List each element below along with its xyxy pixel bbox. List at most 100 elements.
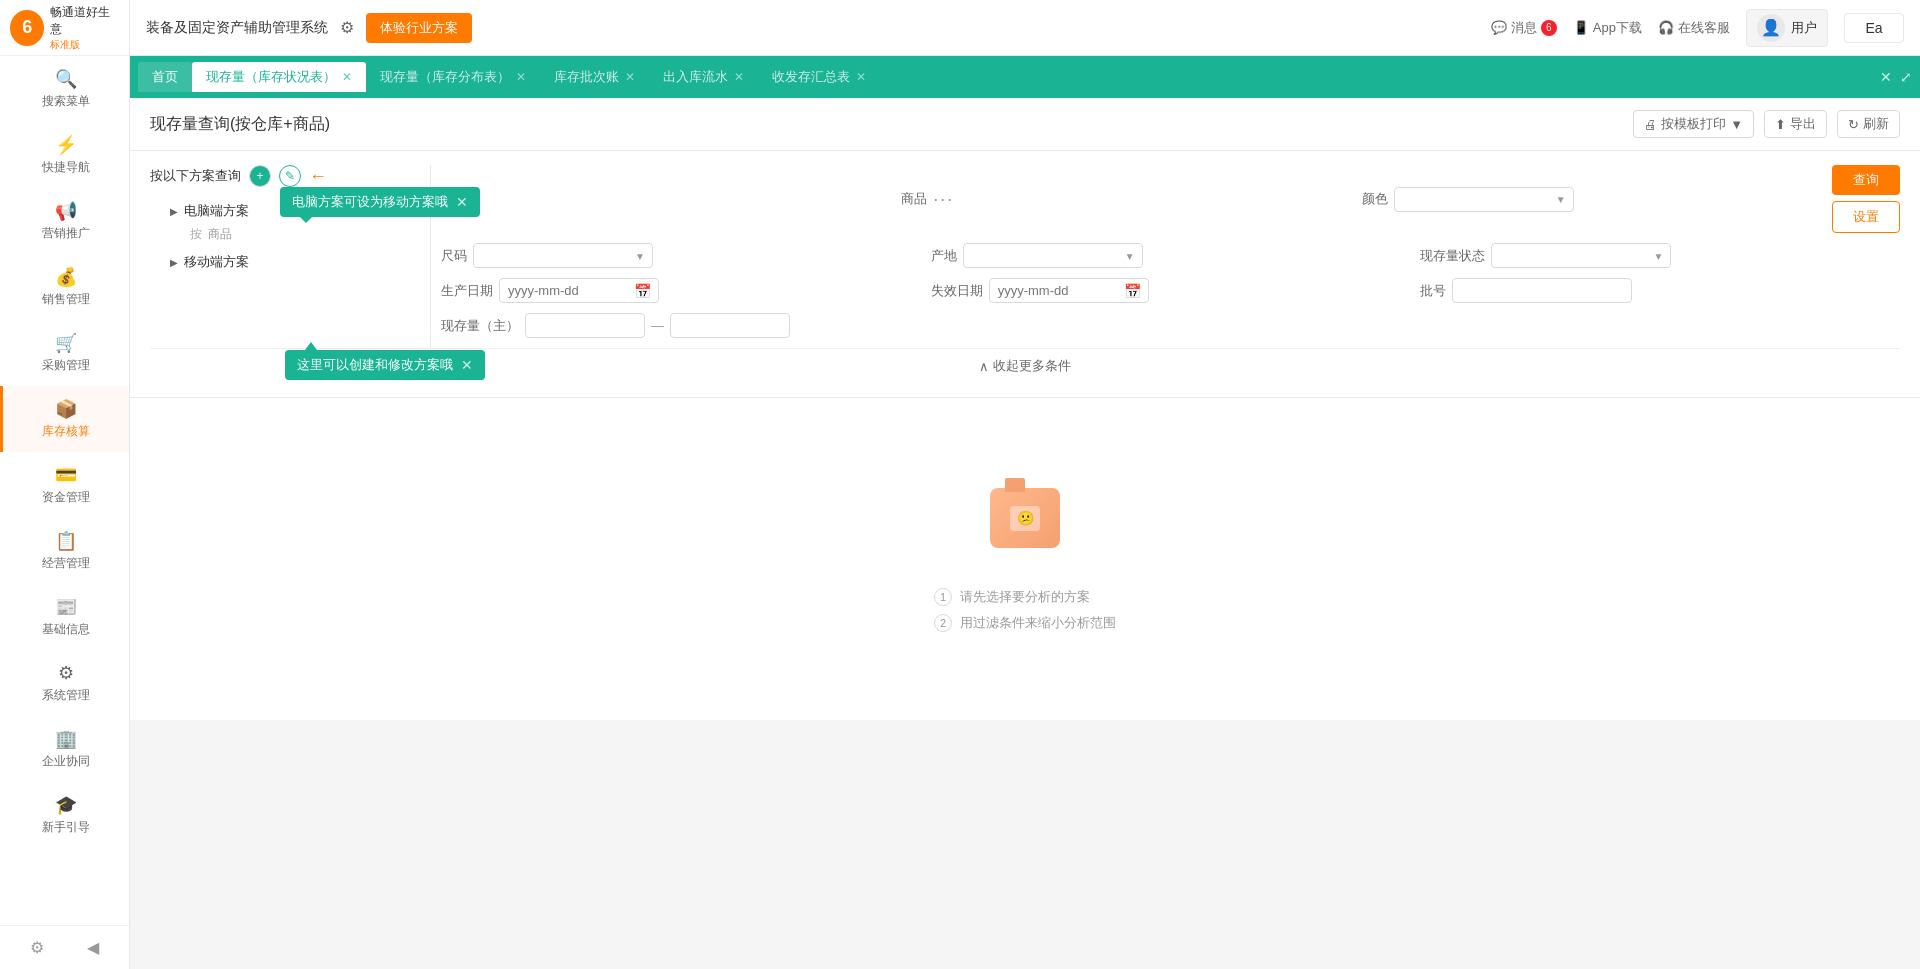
produce-date-cell: 生产日期 📅: [441, 278, 921, 303]
tab-close-icon[interactable]: ✕: [516, 70, 526, 84]
desktop-scheme-label: 电脑端方案: [184, 202, 249, 220]
search-btn[interactable]: 查询: [1832, 165, 1900, 195]
goods-dots[interactable]: ···: [933, 189, 954, 210]
sidebar-item-system[interactable]: ⚙ 系统管理: [0, 650, 129, 716]
tab-close-all-btn[interactable]: ✕: [1880, 69, 1892, 85]
message-icon: 💬: [1491, 20, 1507, 35]
tab-label: 出入库流水: [663, 68, 728, 86]
set-btn[interactable]: 设置: [1832, 201, 1900, 233]
message-badge: 6: [1541, 20, 1557, 36]
tab-close-icon[interactable]: ✕: [856, 70, 866, 84]
collapse-sidebar-btn[interactable]: ◀: [87, 938, 99, 957]
message-item[interactable]: 💬 消息 6: [1491, 19, 1557, 37]
scheme-arrow-icon: ▶: [170, 206, 178, 217]
settings-btn[interactable]: ⚙: [30, 938, 44, 957]
expire-date-icon: 📅: [1124, 283, 1141, 299]
sidebar-item-label: 系统管理: [42, 687, 90, 704]
app-download-item[interactable]: 📱 App下载: [1573, 19, 1642, 37]
sidebar-item-label: 库存核算: [42, 423, 90, 440]
industry-btn[interactable]: 体验行业方案: [366, 13, 472, 43]
sidebar-item-inventory[interactable]: 📦 库存核算: [0, 386, 129, 452]
stock-main-cell: 现存量（主） —: [441, 313, 1900, 338]
export-btn[interactable]: ⬆ 导出: [1764, 110, 1827, 138]
tab-close-icon[interactable]: ✕: [734, 70, 744, 84]
tab-inventory-status[interactable]: 现存量（库存状况表） ✕: [192, 62, 366, 92]
tooltip-close-btn2[interactable]: ✕: [461, 357, 473, 373]
sidebar-item-marketing[interactable]: 📢 营销推广: [0, 188, 129, 254]
tab-in-out-flow[interactable]: 出入库流水 ✕: [649, 62, 758, 92]
operation-icon: 📋: [55, 530, 77, 552]
sidebar-item-finance[interactable]: 💳 资金管理: [0, 452, 129, 518]
sidebar-item-quick-nav[interactable]: ⚡ 快捷导航: [0, 122, 129, 188]
sidebar-item-operation[interactable]: 📋 经营管理: [0, 518, 129, 584]
sidebar-item-label: 营销推广: [42, 225, 90, 242]
empty-illustration: 😕: [975, 478, 1075, 568]
sidebar-item-label: 快捷导航: [42, 159, 90, 176]
guide-icon: 🎓: [55, 794, 77, 816]
stock-status-cell: 现存量状态: [1420, 243, 1900, 268]
template-print-btn[interactable]: 🖨 按模板打印 ▼: [1633, 110, 1754, 138]
sidebar-item-label: 搜索菜单: [42, 93, 90, 110]
tooltip-text: 这里可以创建和修改方案哦: [297, 356, 453, 374]
empty-state: 😕 1 请先选择要分析的方案 2 用过滤条件来缩小分析范围: [130, 398, 1920, 720]
logo-text: 畅通道好生意 标准版: [50, 4, 119, 52]
tab-inventory-dist[interactable]: 现存量（库存分布表） ✕: [366, 62, 540, 92]
batch-input[interactable]: [1452, 278, 1632, 303]
color-select[interactable]: [1394, 187, 1574, 212]
sidebar-item-label: 企业协同: [42, 753, 90, 770]
size-select[interactable]: [473, 243, 653, 268]
stock-main-end[interactable]: [670, 313, 790, 338]
back-arrow-btn[interactable]: ←: [309, 166, 327, 187]
step2-num: 2: [934, 614, 952, 632]
tab-label: 现存量（库存分布表）: [380, 68, 510, 86]
chevron-down-icon: ▼: [1730, 117, 1743, 132]
header: 装备及固定资产辅助管理系统 ⚙ 体验行业方案 💬 消息 6 📱 App下载 🎧 …: [130, 0, 1920, 56]
sidebar-item-label: 销售管理: [42, 291, 90, 308]
empty-step-1: 1 请先选择要分析的方案: [934, 588, 1116, 606]
tab-close-icon[interactable]: ✕: [625, 70, 635, 84]
sidebar-nav: 🔍 搜索菜单 ⚡ 快捷导航 📢 营销推广 💰 销售管理 🛒 采购管理 📦 库存核…: [0, 56, 129, 925]
filter-row-3: 生产日期 📅 失效日期 📅 批号: [441, 278, 1900, 303]
app-download-label: App下载: [1593, 19, 1642, 37]
size-label: 尺码: [441, 247, 467, 265]
origin-select[interactable]: [963, 243, 1143, 268]
empty-step-2: 2 用过滤条件来缩小分析范围: [934, 614, 1116, 632]
stock-status-select[interactable]: [1491, 243, 1671, 268]
sidebar-item-basic[interactable]: 📰 基础信息: [0, 584, 129, 650]
header-gear-icon[interactable]: ⚙: [340, 18, 354, 37]
expire-date-label: 失效日期: [931, 282, 983, 300]
page-title: 现存量查询(按仓库+商品): [150, 114, 330, 135]
export-icon: ⬆: [1775, 117, 1786, 132]
refresh-btn[interactable]: ↻ 刷新: [1837, 110, 1900, 138]
tab-home[interactable]: 首页: [138, 62, 192, 92]
stock-status-label: 现存量状态: [1420, 247, 1485, 265]
empty-steps: 1 请先选择要分析的方案 2 用过滤条件来缩小分析范围: [934, 588, 1116, 640]
tab-batch-account[interactable]: 库存批次账 ✕: [540, 62, 649, 92]
edit-scheme-btn[interactable]: ✎: [279, 165, 301, 187]
sidebar-item-enterprise[interactable]: 🏢 企业协同: [0, 716, 129, 782]
warehouse-cell: ···: [441, 189, 891, 210]
online-service-label: 在线客服: [1678, 19, 1730, 37]
sidebar-item-search-menu[interactable]: 🔍 搜索菜单: [0, 56, 129, 122]
origin-cell: 产地: [931, 243, 1411, 268]
stock-main-start[interactable]: [525, 313, 645, 338]
online-service-item[interactable]: 🎧 在线客服: [1658, 19, 1730, 37]
goods-label: 商品: [901, 190, 927, 208]
step1-text: 请先选择要分析的方案: [960, 588, 1090, 606]
sidebar-item-purchase[interactable]: 🛒 采购管理: [0, 320, 129, 386]
logo-icon: 6: [10, 10, 44, 46]
tab-receive-summary[interactable]: 收发存汇总表 ✕: [758, 62, 880, 92]
mobile-scheme-item[interactable]: ▶ 移动端方案: [170, 250, 420, 274]
tab-expand-btn[interactable]: ⤢: [1900, 69, 1912, 85]
filter-row-4: 现存量（主） —: [441, 313, 1900, 338]
sidebar-item-sales[interactable]: 💰 销售管理: [0, 254, 129, 320]
tooltip-close-btn[interactable]: ✕: [456, 194, 468, 210]
page-header: 现存量查询(按仓库+商品) 🖨 按模板打印 ▼ ⬆ 导出 ↻ 刷新: [130, 98, 1920, 151]
add-scheme-btn[interactable]: +: [249, 165, 271, 187]
main-content: 现存量查询(按仓库+商品) 🖨 按模板打印 ▼ ⬆ 导出 ↻ 刷新 按以下方: [130, 98, 1920, 969]
sidebar-item-guide[interactable]: 🎓 新手引导: [0, 782, 129, 848]
sidebar-item-label: 经营管理: [42, 555, 90, 572]
user-badge[interactable]: 👤 用户: [1746, 9, 1828, 47]
tab-close-icon[interactable]: ✕: [342, 70, 352, 84]
system-icon: ⚙: [58, 662, 74, 684]
